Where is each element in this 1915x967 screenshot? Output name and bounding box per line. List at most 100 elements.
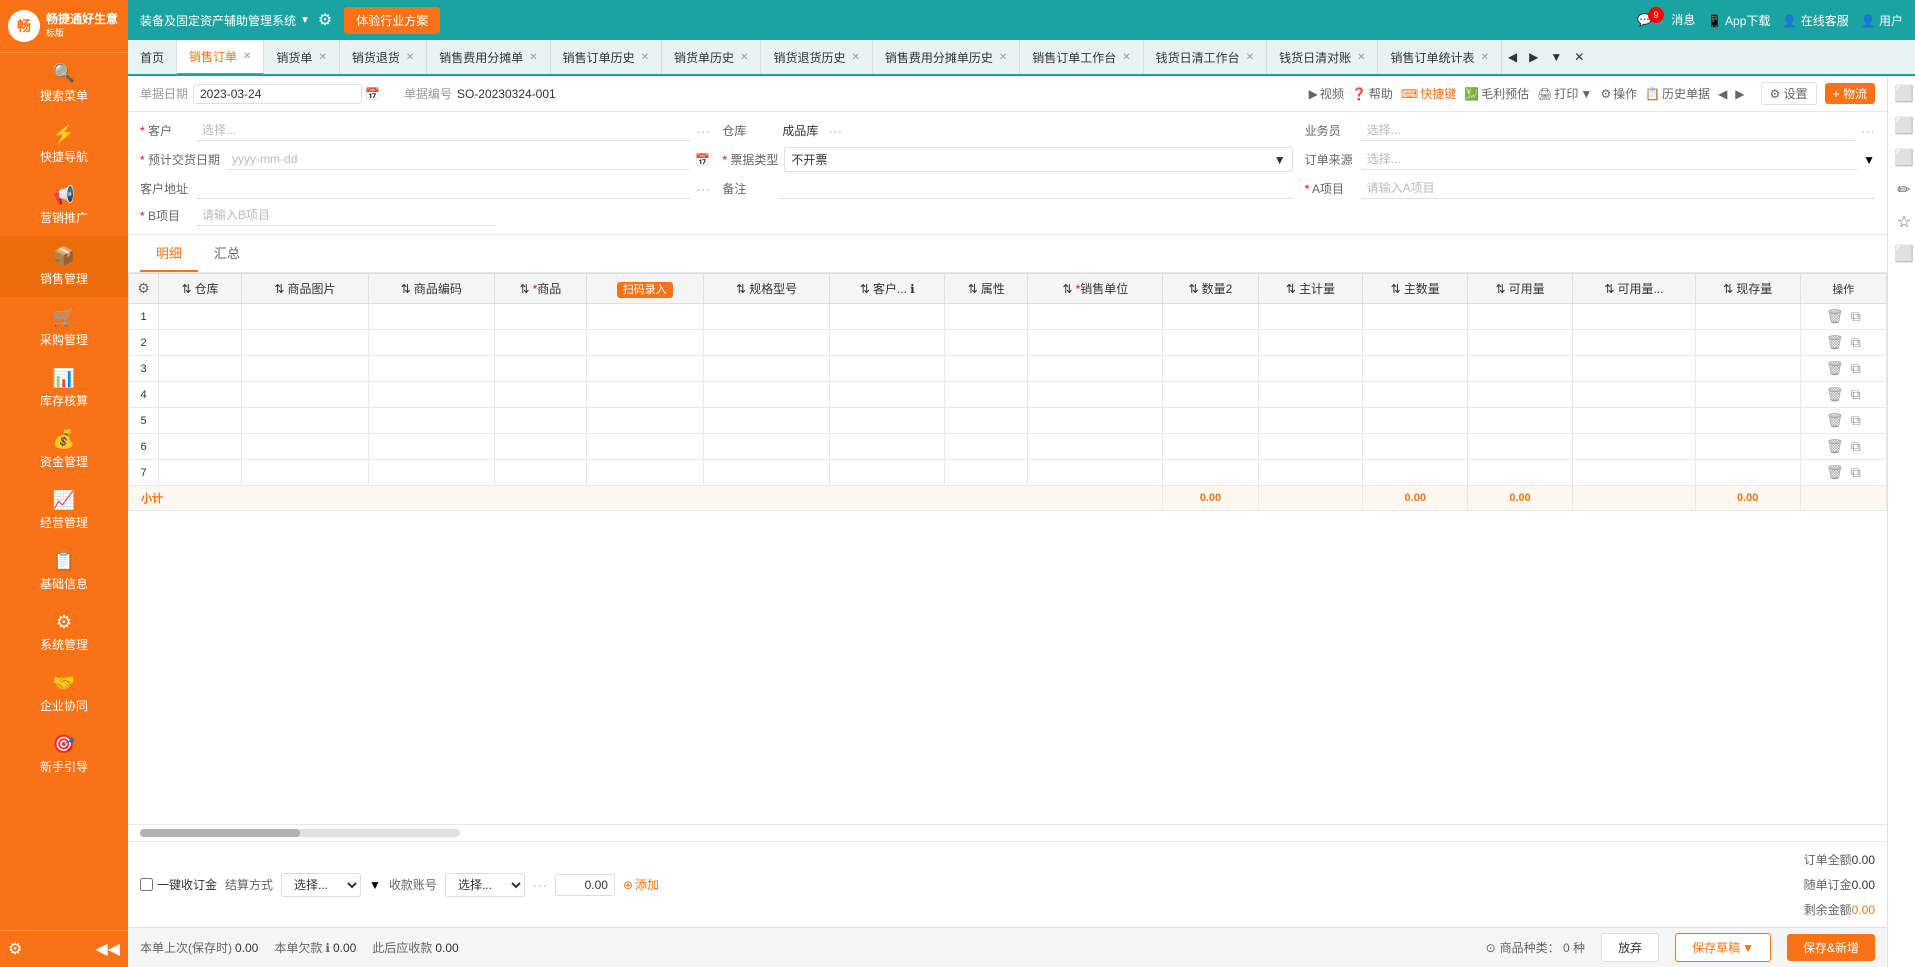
horizontal-scrollbar[interactable] xyxy=(140,829,460,837)
tab-close-sales-slip[interactable]: ✕ xyxy=(318,52,326,63)
detail-tab-detail[interactable]: 明细 xyxy=(140,235,198,272)
row-4-customer-code[interactable] xyxy=(830,382,945,408)
tab-close-sales-order[interactable]: ✕ xyxy=(243,51,251,62)
row-6-main-qty[interactable] xyxy=(1363,434,1468,460)
calendar-icon[interactable]: 📅 xyxy=(365,87,380,101)
sidebar-item-purchase[interactable]: 🛒 采购管理 xyxy=(0,297,128,358)
payment-method-select[interactable]: 选择... xyxy=(281,873,361,897)
invoice-type-select[interactable]: 不开票 ▼ xyxy=(784,147,1292,172)
right-icon-3[interactable]: ⬜ xyxy=(1890,144,1915,172)
tab-close-order-history[interactable]: ✕ xyxy=(641,52,649,63)
tab-home[interactable]: 首页 xyxy=(128,40,177,75)
sidebar-item-operations[interactable]: 📈 经营管理 xyxy=(0,480,128,541)
row-6-unit[interactable] xyxy=(1028,434,1163,460)
topbar-gear-icon[interactable]: ⚙ xyxy=(318,10,332,30)
tab-sales-order[interactable]: 销售订单 ✕ xyxy=(177,40,264,75)
row-7-main-qty[interactable] xyxy=(1363,460,1468,486)
row-6-delete-icon[interactable]: 🗑 xyxy=(1826,438,1844,454)
row-4-main-qty[interactable] xyxy=(1363,382,1468,408)
sidebar-item-sales[interactable]: 📦 销售管理 xyxy=(0,236,128,297)
online-service-link[interactable]: 👤 在线客服 xyxy=(1782,12,1848,29)
add-logistics-btn[interactable]: + 物流 xyxy=(1825,83,1875,104)
row-6-spec[interactable] xyxy=(703,434,829,460)
row-6-product[interactable] xyxy=(495,434,587,460)
order-source-input[interactable] xyxy=(1361,149,1857,170)
row-3-product[interactable] xyxy=(495,356,587,382)
row-6-warehouse[interactable] xyxy=(159,434,242,460)
scrollbar-thumb[interactable] xyxy=(140,829,300,837)
amount-input[interactable] xyxy=(555,874,615,896)
tab-sales-slip[interactable]: 销货单 ✕ xyxy=(264,40,339,75)
set-btn[interactable]: ⚙ 设置 xyxy=(1761,82,1817,105)
customer-input[interactable] xyxy=(196,120,690,141)
row-4-qty2[interactable] xyxy=(1163,382,1258,408)
row-1-qty2[interactable] xyxy=(1163,304,1258,330)
row-6-customer-code[interactable] xyxy=(830,434,945,460)
row-3-customer-code[interactable] xyxy=(830,356,945,382)
row-4-copy-icon[interactable]: ⧉ xyxy=(1851,386,1861,402)
row-7-qty2[interactable] xyxy=(1163,460,1258,486)
row-1-attribute[interactable] xyxy=(945,304,1028,330)
row-3-copy-icon[interactable]: ⧉ xyxy=(1851,360,1861,376)
detail-tab-summary[interactable]: 汇总 xyxy=(198,235,256,272)
user-avatar[interactable]: 👤 用户 xyxy=(1861,12,1903,29)
save-new-btn[interactable]: 保存&新增 xyxy=(1787,934,1875,961)
tab-order-history[interactable]: 销售订单历史 ✕ xyxy=(551,40,662,75)
row-5-copy-icon[interactable]: ⧉ xyxy=(1851,412,1861,428)
row-1-customer-code[interactable] xyxy=(830,304,945,330)
row-7-attribute[interactable] xyxy=(945,460,1028,486)
sidebar-item-collab[interactable]: 🤝 企业协同 xyxy=(0,663,128,724)
collapse-bottom-icon[interactable]: ◀◀ xyxy=(95,939,120,959)
row-3-delete-icon[interactable]: 🗑 xyxy=(1826,360,1844,376)
delivery-date-input[interactable] xyxy=(226,149,689,170)
row-2-product[interactable] xyxy=(495,330,587,356)
tab-workbench[interactable]: 销售订单工作台 ✕ xyxy=(1020,40,1143,75)
row-2-spec[interactable] xyxy=(703,330,829,356)
record-nav-prev[interactable]: ◀ xyxy=(1718,87,1727,101)
remark-input[interactable] xyxy=(778,178,1292,199)
row-3-attribute[interactable] xyxy=(945,356,1028,382)
row-1-warehouse[interactable] xyxy=(159,304,242,330)
salesperson-input[interactable] xyxy=(1361,120,1855,141)
account-dots-btn[interactable]: ··· xyxy=(533,877,547,893)
message-icon[interactable]: 💬9 消息 xyxy=(1637,11,1695,29)
tab-close-return[interactable]: ✕ xyxy=(406,52,414,63)
history-btn[interactable]: 📋 历史单据 xyxy=(1645,85,1710,102)
row-3-unit[interactable] xyxy=(1028,356,1163,382)
row-2-main-qty[interactable] xyxy=(1363,330,1468,356)
row-7-copy-icon[interactable]: ⧉ xyxy=(1851,464,1861,480)
tab-close-reconcile[interactable]: ✕ xyxy=(1357,52,1365,63)
delivery-calendar-icon[interactable]: 📅 xyxy=(695,153,710,167)
row-1-spec[interactable] xyxy=(703,304,829,330)
row-7-spec[interactable] xyxy=(703,460,829,486)
sidebar-item-finance[interactable]: 💰 资金管理 xyxy=(0,419,128,480)
tab-return[interactable]: 销货退货 ✕ xyxy=(340,40,427,75)
row-3-spec[interactable] xyxy=(703,356,829,382)
app-download-link[interactable]: 📱 App下载 xyxy=(1707,12,1770,29)
row-4-warehouse[interactable] xyxy=(159,382,242,408)
row-5-customer-code[interactable] xyxy=(830,408,945,434)
right-icon-star[interactable]: ☆ xyxy=(1890,208,1915,236)
view-video-btn[interactable]: ▶ 视频 xyxy=(1309,85,1344,102)
row-4-unit[interactable] xyxy=(1028,382,1163,408)
shortcut-btn[interactable]: ⌨ 快捷键 xyxy=(1401,85,1456,102)
row-3-main-qty[interactable] xyxy=(1363,356,1468,382)
sidebar-item-marketing[interactable]: 📢 营销推广 xyxy=(0,175,128,236)
tab-close-workbench[interactable]: ✕ xyxy=(1122,52,1130,63)
one-click-checkbox[interactable] xyxy=(140,878,153,891)
row-6-copy-icon[interactable]: ⧉ xyxy=(1851,438,1861,454)
date-input[interactable] xyxy=(193,84,362,104)
row-7-delete-icon[interactable]: 🗑 xyxy=(1826,464,1844,480)
row-2-unit[interactable] xyxy=(1028,330,1163,356)
tab-slip-history[interactable]: 销货单历史 ✕ xyxy=(662,40,761,75)
sidebar-item-system[interactable]: ⚙ 系统管理 xyxy=(0,602,128,663)
solution-btn[interactable]: 体验行业方案 xyxy=(344,7,440,34)
help-btn[interactable]: ❓ 帮助 xyxy=(1352,85,1393,102)
tab-close-stats[interactable]: ✕ xyxy=(1481,52,1489,63)
tab-return-history[interactable]: 销货退货历史 ✕ xyxy=(761,40,872,75)
row-5-qty2[interactable] xyxy=(1163,408,1258,434)
tab-stats[interactable]: 销售订单统计表 ✕ xyxy=(1378,40,1501,75)
row-5-spec[interactable] xyxy=(703,408,829,434)
row-1-main-qty[interactable] xyxy=(1363,304,1468,330)
account-select[interactable]: 选择... xyxy=(445,873,525,897)
